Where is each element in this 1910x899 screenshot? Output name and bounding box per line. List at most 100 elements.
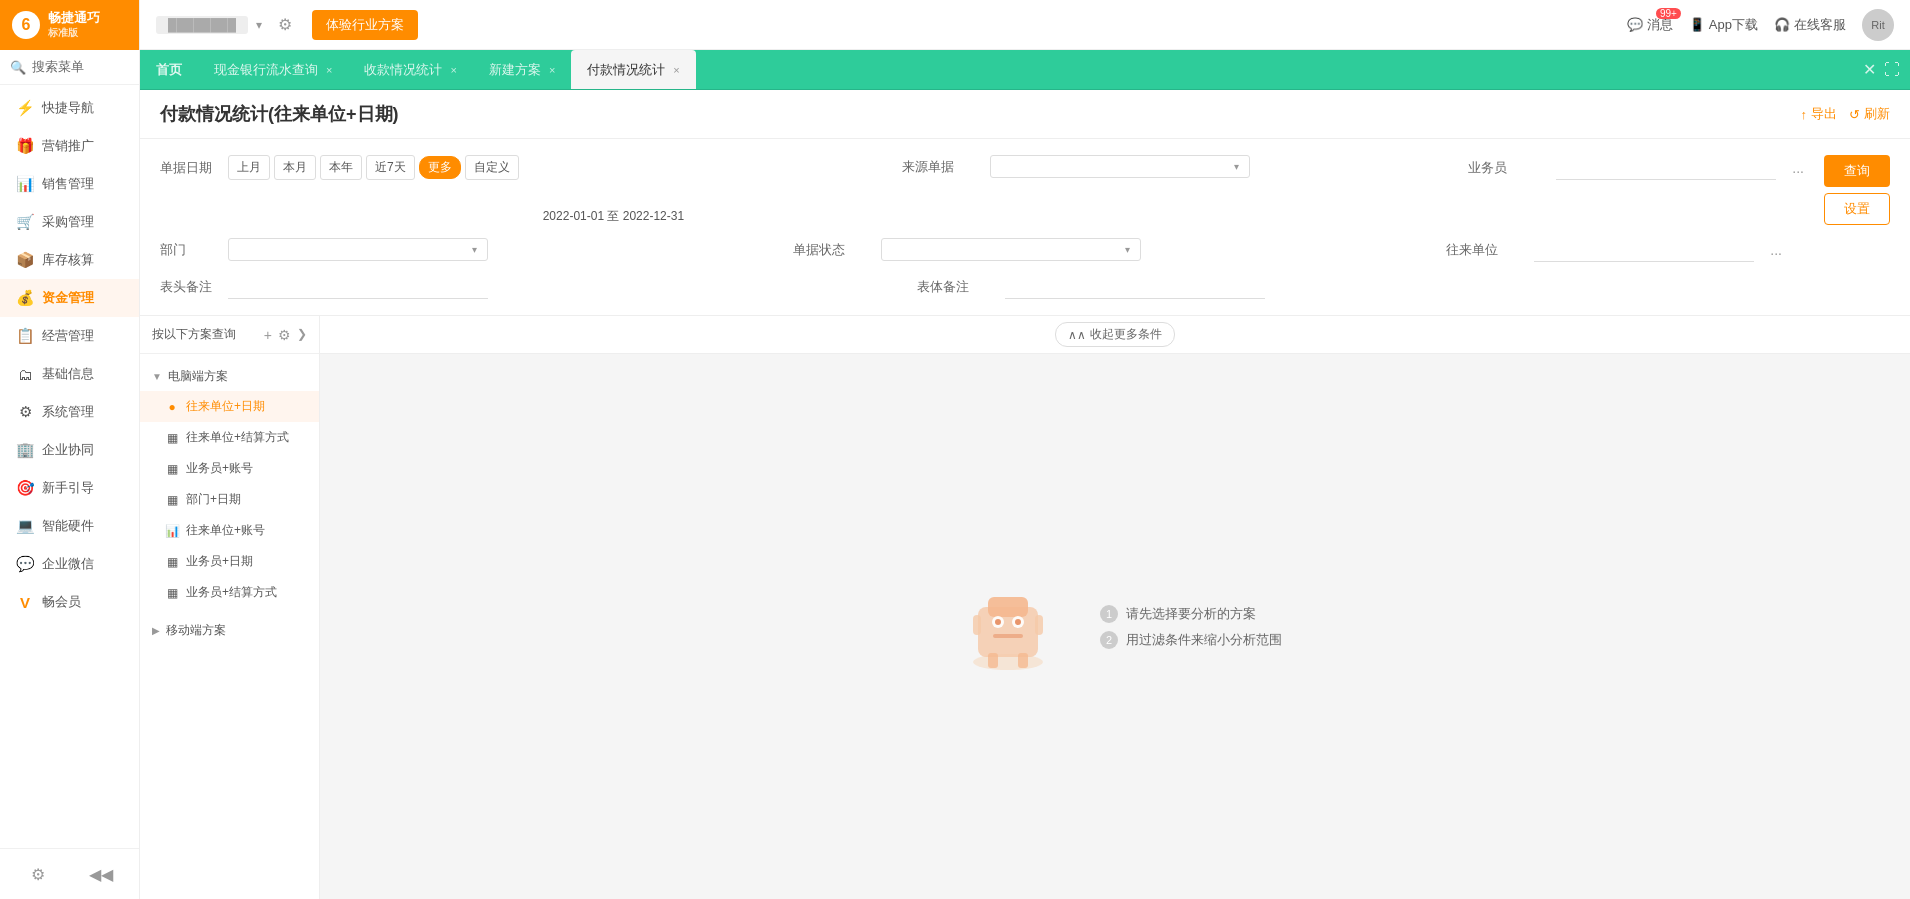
collapse-icon: ◀◀ (89, 865, 113, 884)
sidebar-item-system[interactable]: ⚙ 系统管理 (0, 393, 139, 431)
main-area: ████████ ▾ ⚙ 体验行业方案 💬 消息 99+ 📱 App下载 🎧 在… (140, 0, 1910, 899)
refresh-btn[interactable]: ↺ 刷新 (1849, 105, 1890, 123)
date-btn-this-year[interactable]: 本年 (320, 155, 362, 180)
tab-receivable-close[interactable]: × (450, 64, 456, 76)
partner-ellipsis[interactable]: ... (1770, 242, 1782, 258)
sidebar-item-quick-nav[interactable]: ⚡ 快捷导航 (0, 89, 139, 127)
sidebar-item-label: 资金管理 (42, 289, 94, 307)
sidebar-item-marketing[interactable]: 🎁 营销推广 (0, 127, 139, 165)
sidebar: 6 畅捷通巧 标准版 🔍 搜索菜单 ⚡ 快捷导航 🎁 营销推广 📊 销售管理 🛒… (0, 0, 140, 899)
panel-collapse-btn[interactable]: ❯ (297, 327, 307, 343)
scheme-item-salesperson-settle-icon: ▦ (164, 585, 180, 601)
sidebar-item-inventory[interactable]: 📦 库存核算 (0, 241, 139, 279)
sidebar-item-label: 系统管理 (42, 403, 94, 421)
quick-nav-icon: ⚡ (16, 99, 34, 117)
scheme-settings-btn[interactable]: ⚙ (278, 327, 291, 343)
tab-payment-stats[interactable]: 付款情况统计 × (571, 50, 695, 89)
source-select[interactable]: ▾ (990, 155, 1250, 178)
tab-bank-flow[interactable]: 现金银行流水查询 × (198, 50, 348, 89)
sidebar-item-operations[interactable]: 📋 经营管理 (0, 317, 139, 355)
app-download-label: App下载 (1709, 16, 1758, 34)
collapse-conditions-btn[interactable]: ∧∧ 收起更多条件 (1055, 322, 1175, 347)
collapse-conditions-label: 收起更多条件 (1090, 326, 1162, 343)
tab-bank-flow-close[interactable]: × (326, 64, 332, 76)
sidebar-item-finance[interactable]: 💰 资金管理 (0, 279, 139, 317)
tab-receivable[interactable]: 收款情况统计 × (348, 50, 472, 89)
body-note-input[interactable] (1005, 274, 1265, 299)
scheme-item-partner-account-icon: 📊 (164, 523, 180, 539)
scheme-item-salesperson-account-label: 业务员+账号 (186, 460, 253, 477)
tab-expand-btn[interactable]: ⛶ (1884, 61, 1900, 79)
scheme-group-pc: ▼ 电脑端方案 ● 往来单位+日期 ▦ 往来单位+结算方式 ▦ (140, 362, 319, 608)
sidebar-item-wechat[interactable]: 💬 企业微信 (0, 545, 139, 583)
sidebar-footer: ⚙ ◀◀ (0, 848, 139, 899)
scheme-group-mobile-header[interactable]: ▶ 移动端方案 (140, 616, 319, 645)
date-btn-more[interactable]: 更多 (419, 156, 461, 179)
settings-btn[interactable]: 设置 (1824, 193, 1890, 225)
tab-new-plan[interactable]: 新建方案 × (473, 50, 571, 89)
date-btn-this-month[interactable]: 本月 (274, 155, 316, 180)
sidebar-settings-btn[interactable]: ⚙ (10, 859, 66, 889)
partner-input[interactable] (1534, 237, 1754, 262)
tab-home[interactable]: 首页 (140, 50, 198, 89)
sidebar-collapse-btn[interactable]: ◀◀ (74, 859, 130, 889)
scheme-item-partner-settle-label: 往来单位+结算方式 (186, 429, 289, 446)
date-btn-last-7-days[interactable]: 近7天 (366, 155, 415, 180)
svg-point-6 (1015, 619, 1021, 625)
scheme-item-partner-account[interactable]: 📊 往来单位+账号 (140, 515, 319, 546)
sidebar-item-label: 快捷导航 (42, 99, 94, 117)
hardware-icon: 💻 (16, 517, 34, 535)
scheme-item-dept-date[interactable]: ▦ 部门+日期 (140, 484, 319, 515)
dept-select[interactable]: ▾ (228, 238, 488, 261)
scheme-item-salesperson-settle-label: 业务员+结算方式 (186, 584, 277, 601)
tab-new-plan-label: 新建方案 (489, 61, 541, 79)
sidebar-item-label: 新手引导 (42, 479, 94, 497)
export-btn[interactable]: ↑ 导出 (1801, 105, 1838, 123)
topbar-gear-btn[interactable]: ⚙ (278, 15, 292, 34)
tab-new-plan-close[interactable]: × (549, 64, 555, 76)
query-btn[interactable]: 查询 (1824, 155, 1890, 187)
sidebar-item-basic-info[interactable]: 🗂 基础信息 (0, 355, 139, 393)
scheme-item-partner-date[interactable]: ● 往来单位+日期 (140, 391, 319, 422)
topbar-dropdown-btn[interactable]: ▾ (256, 18, 262, 32)
sidebar-search[interactable]: 🔍 搜索菜单 (0, 50, 139, 85)
date-btn-custom[interactable]: 自定义 (465, 155, 519, 180)
sidebar-item-sales[interactable]: 📊 销售管理 (0, 165, 139, 203)
scheme-item-salesperson-date[interactable]: ▦ 业务员+日期 (140, 546, 319, 577)
app-download-btn[interactable]: 📱 App下载 (1689, 16, 1758, 34)
try-industry-btn[interactable]: 体验行业方案 (312, 10, 418, 40)
refresh-label: 刷新 (1864, 105, 1890, 123)
scheme-group-pc-header[interactable]: ▼ 电脑端方案 (140, 362, 319, 391)
header-note-input[interactable] (228, 274, 488, 299)
sidebar-item-enterprise[interactable]: 🏢 企业协同 (0, 431, 139, 469)
user-avatar[interactable]: Rit (1862, 9, 1894, 41)
salesperson-ellipsis[interactable]: ... (1792, 160, 1804, 176)
online-service-btn[interactable]: 🎧 在线客服 (1774, 16, 1846, 34)
sidebar-item-label: 基础信息 (42, 365, 94, 383)
sidebar-item-label: 企业协同 (42, 441, 94, 459)
export-label: 导出 (1811, 105, 1837, 123)
add-scheme-btn[interactable]: + (264, 327, 272, 343)
sidebar-item-purchase[interactable]: 🛒 采购管理 (0, 203, 139, 241)
sidebar-item-member[interactable]: V 畅会员 (0, 583, 139, 621)
doc-status-select[interactable]: ▾ (881, 238, 1141, 261)
scheme-item-partner-settle[interactable]: ▦ 往来单位+结算方式 (140, 422, 319, 453)
purchase-icon: 🛒 (16, 213, 34, 231)
topbar: ████████ ▾ ⚙ 体验行业方案 💬 消息 99+ 📱 App下载 🎧 在… (140, 0, 1910, 50)
scheme-item-salesperson-date-icon: ▦ (164, 554, 180, 570)
page-header: 付款情况统计(往来单位+日期) ↑ 导出 ↺ 刷新 (140, 90, 1910, 139)
tab-payment-stats-close[interactable]: × (673, 64, 679, 76)
partner-filter-label: 往来单位 (1446, 241, 1526, 259)
notification-btn[interactable]: 💬 消息 99+ (1627, 16, 1673, 34)
service-label: 在线客服 (1794, 16, 1846, 34)
wechat-icon: 💬 (16, 555, 34, 573)
scheme-item-salesperson-settle[interactable]: ▦ 业务员+结算方式 (140, 577, 319, 608)
tab-close-all-btn[interactable]: ✕ (1863, 60, 1876, 79)
scheme-item-salesperson-account[interactable]: ▦ 业务员+账号 (140, 453, 319, 484)
service-icon: 🎧 (1774, 17, 1790, 32)
salesperson-input[interactable] (1556, 155, 1776, 180)
sidebar-item-label: 销售管理 (42, 175, 94, 193)
sidebar-item-guide[interactable]: 🎯 新手引导 (0, 469, 139, 507)
date-btn-last-month[interactable]: 上月 (228, 155, 270, 180)
sidebar-item-hardware[interactable]: 💻 智能硬件 (0, 507, 139, 545)
